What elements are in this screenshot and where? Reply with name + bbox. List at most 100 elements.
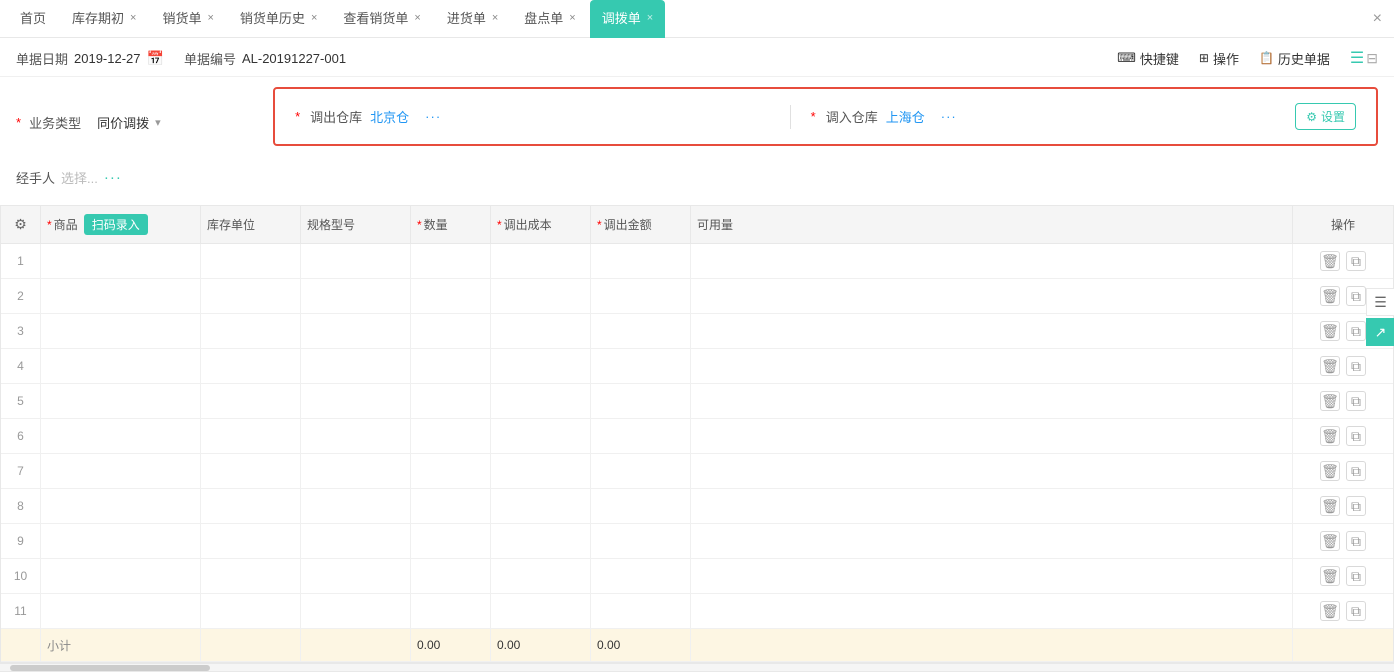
operations-button[interactable]: ⊞ 操作 [1199,49,1239,68]
horizontal-scrollbar[interactable] [0,663,1394,671]
tab-transfer[interactable]: 调拨单 × [590,0,665,38]
row-5-quantity[interactable] [411,384,491,418]
shortcuts-button[interactable]: ⌨ 快捷键 [1117,49,1179,68]
row-7-delete-button[interactable]: 🗑 [1320,461,1340,481]
history-button[interactable]: 📋 历史单据 [1259,49,1330,68]
row-9-product[interactable] [41,524,201,558]
tab-sales-order[interactable]: 销货单 × [150,0,225,38]
tab-close-stock-initial[interactable]: × [130,12,136,24]
row-8-quantity[interactable] [411,489,491,523]
row-7-product[interactable] [41,454,201,488]
row-10-actions: 🗑 ⧉ [1293,559,1393,593]
tab-close-purchase[interactable]: × [492,12,498,24]
row-4-delete-button[interactable]: 🗑 [1320,356,1340,376]
row-10-product[interactable] [41,559,201,593]
tab-close-inventory[interactable]: × [569,12,575,24]
row-8-out-cost[interactable] [491,489,591,523]
chevron-down-icon: ▾ [155,116,161,129]
row-8-delete-button[interactable]: 🗑 [1320,496,1340,516]
row-11-quantity[interactable] [411,594,491,628]
row-1-spec [301,244,411,278]
person-more-icon[interactable]: ··· [104,169,122,186]
settings-button[interactable]: ⚙ 设置 [1295,103,1356,130]
scroll-thumb[interactable] [10,665,210,671]
row-6-quantity[interactable] [411,419,491,453]
warehouse-in-more-icon[interactable]: ··· [941,109,957,124]
tab-stock-initial[interactable]: 库存期初 × [60,0,148,38]
tab-close-transfer[interactable]: × [647,12,653,24]
window-close-button[interactable]: × [1373,10,1382,28]
person-row: 经手人 选择... ··· [16,168,1378,187]
row-9-delete-button[interactable]: 🗑 [1320,531,1340,551]
row-10-quantity[interactable] [411,559,491,593]
warehouse-out-more-icon[interactable]: ··· [425,109,441,124]
row-5-copy-button[interactable]: ⧉ [1346,391,1366,411]
row-5-out-cost[interactable] [491,384,591,418]
row-10-out-cost[interactable] [491,559,591,593]
float-list-button[interactable]: ☰ [1366,288,1394,316]
tab-close-sales-history[interactable]: × [311,12,317,24]
row-10-delete-button[interactable]: 🗑 [1320,566,1340,586]
row-2-quantity[interactable] [411,279,491,313]
row-4-out-cost[interactable] [491,349,591,383]
row-3-copy-button[interactable]: ⧉ [1346,321,1366,341]
tab-view-sales[interactable]: 查看销货单 × [331,0,432,38]
row-2-product[interactable] [41,279,201,313]
row-7-out-cost[interactable] [491,454,591,488]
tab-home[interactable]: 首页 [8,0,58,38]
row-6-delete-button[interactable]: 🗑 [1320,426,1340,446]
row-3-out-cost[interactable] [491,314,591,348]
row-6-out-cost[interactable] [491,419,591,453]
tab-close-sales-order[interactable]: × [207,12,213,24]
row-7-quantity[interactable] [411,454,491,488]
row-4-copy-button[interactable]: ⧉ [1346,356,1366,376]
scan-input-button[interactable]: 扫码录入 [84,214,148,235]
row-11-out-cost[interactable] [491,594,591,628]
row-3-quantity[interactable] [411,314,491,348]
row-2-copy-button[interactable]: ⧉ [1346,286,1366,306]
float-export-button[interactable]: ↗ [1366,318,1394,346]
row-5-product[interactable] [41,384,201,418]
row-6-product[interactable] [41,419,201,453]
business-type-select[interactable]: 同价调拨 ▾ [97,113,257,132]
row-11-product[interactable] [41,594,201,628]
row-4-product[interactable] [41,349,201,383]
row-7-available [691,454,1293,488]
row-1-quantity[interactable] [411,244,491,278]
layout-toggle[interactable]: ☰ ⊟ [1350,48,1378,68]
row-8-copy-button[interactable]: ⧉ [1346,496,1366,516]
column-settings-button[interactable]: ⚙ [1,206,41,243]
row-1-out-cost[interactable] [491,244,591,278]
tab-inventory[interactable]: 盘点单 × [512,0,587,38]
row-5-delete-button[interactable]: 🗑 [1320,391,1340,411]
tab-sales-history[interactable]: 销货单历史 × [228,0,329,38]
row-11-copy-button[interactable]: ⧉ [1346,601,1366,621]
row-1-delete-button[interactable]: 🗑 [1320,251,1340,271]
row-10-copy-button[interactable]: ⧉ [1346,566,1366,586]
row-7-copy-button[interactable]: ⧉ [1346,461,1366,481]
tab-purchase[interactable]: 进货单 × [435,0,510,38]
required-star-out: * [295,109,300,124]
row-1-copy-button[interactable]: ⧉ [1346,251,1366,271]
form-header: 单据日期 2019-12-27 📅 单据编号 AL-20191227-001 ⌨… [0,38,1394,77]
row-11-delete-button[interactable]: 🗑 [1320,601,1340,621]
person-select[interactable]: 选择... [61,168,98,187]
row-6-copy-button[interactable]: ⧉ [1346,426,1366,446]
tab-close-view-sales[interactable]: × [414,12,420,24]
row-10-spec [301,559,411,593]
list-icon: ☰ [1374,294,1387,311]
row-9-out-cost[interactable] [491,524,591,558]
row-5-spec [301,384,411,418]
row-3-product[interactable] [41,314,201,348]
row-1-product[interactable] [41,244,201,278]
row-9-copy-button[interactable]: ⧉ [1346,531,1366,551]
table-header: ⚙ * 商品 扫码录入 库存单位 规格型号 * 数量 * 调出成本 * 调出金额… [0,205,1394,244]
row-4-quantity[interactable] [411,349,491,383]
th-product: * 商品 扫码录入 [41,206,201,243]
row-3-delete-button[interactable]: 🗑 [1320,321,1340,341]
row-2-delete-button[interactable]: 🗑 [1320,286,1340,306]
row-2-out-cost[interactable] [491,279,591,313]
row-9-quantity[interactable] [411,524,491,558]
row-8-product[interactable] [41,489,201,523]
calendar-icon[interactable]: 📅 [147,50,164,67]
